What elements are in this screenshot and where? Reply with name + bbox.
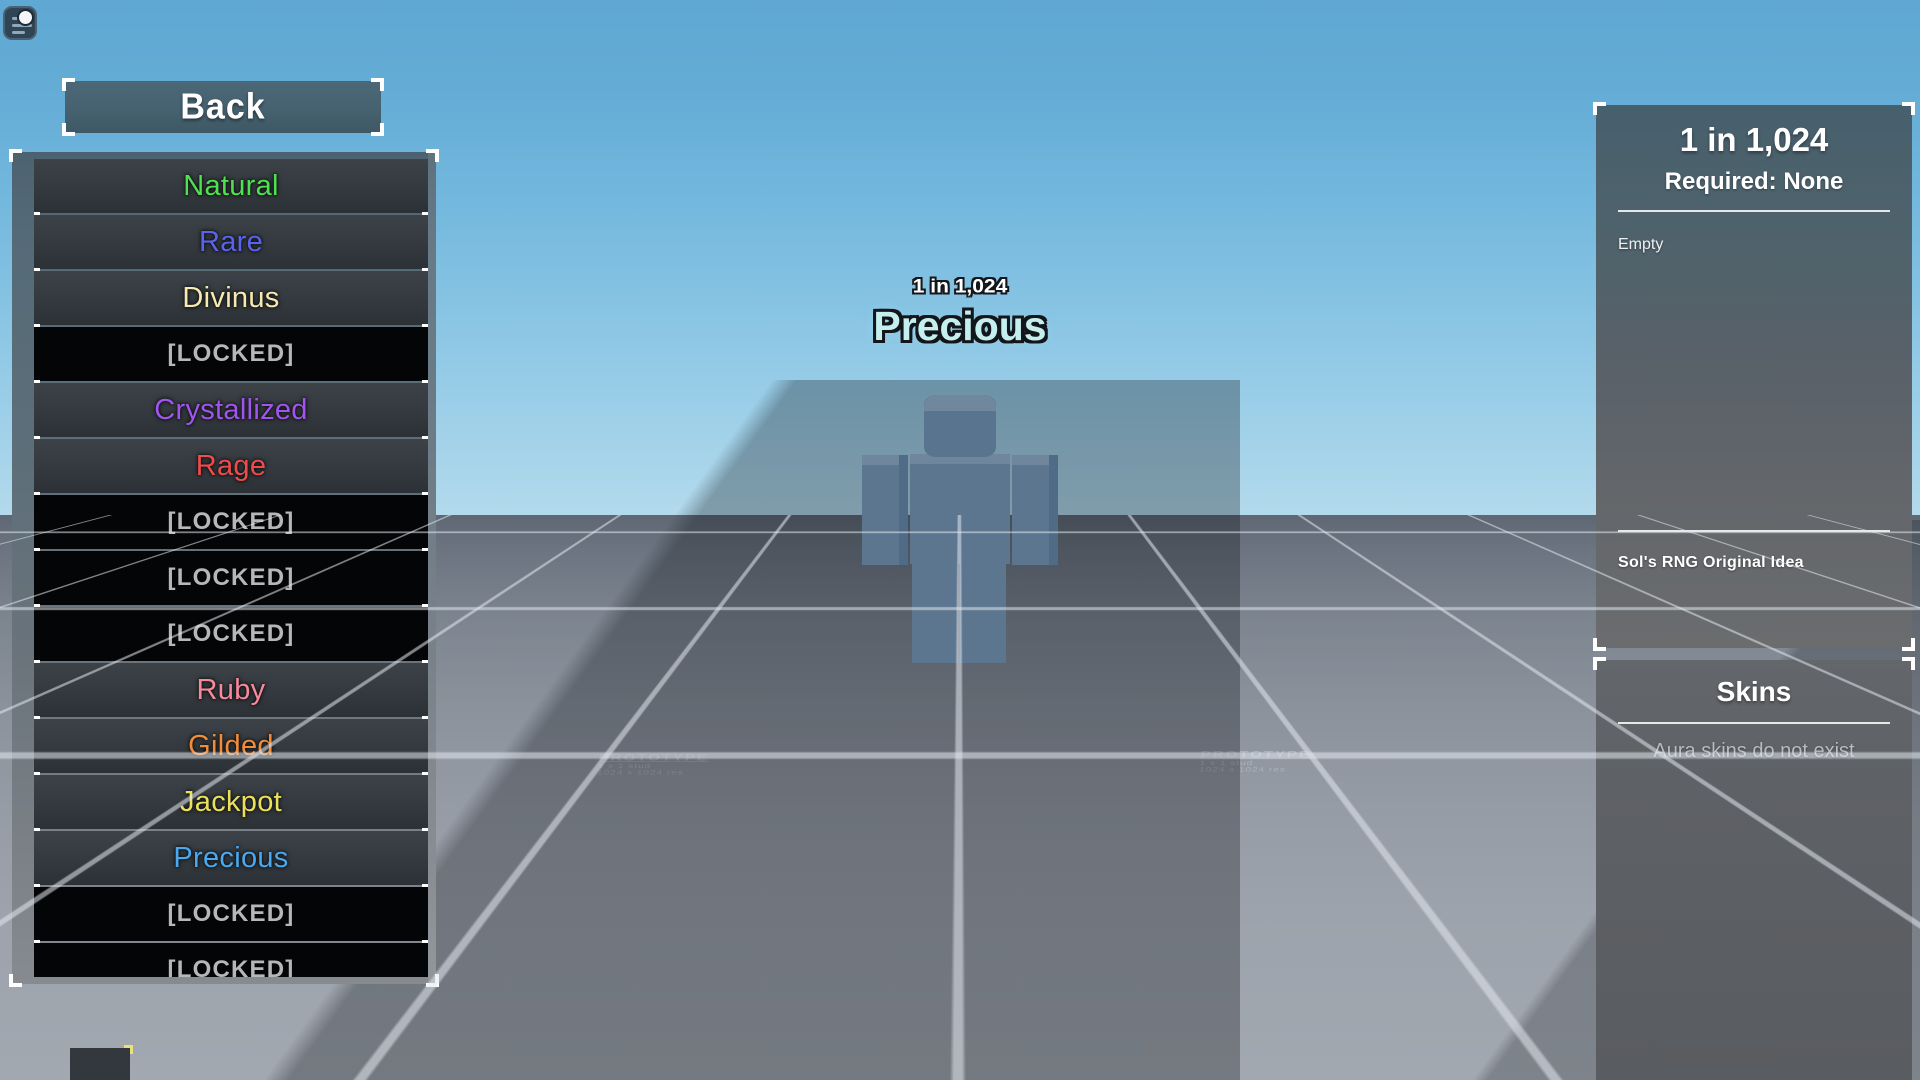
aura-list-item[interactable]: Rare <box>34 215 428 269</box>
aura-list-item[interactable]: Crystallized <box>34 383 428 437</box>
aura-list-item[interactable]: [LOCKED] <box>34 887 428 941</box>
aura-list-item-label: Precious <box>173 842 288 875</box>
roblox-menu-icon[interactable] <box>3 6 37 40</box>
corner-bracket-icon <box>34 212 40 221</box>
panel-divider <box>1618 722 1890 724</box>
corner-bracket-icon <box>34 940 40 949</box>
panel-divider <box>1618 530 1890 532</box>
corner-bracket-icon <box>34 772 40 781</box>
aura-list-item[interactable]: [LOCKED] <box>34 551 428 605</box>
menu-indicator-dot <box>17 9 34 26</box>
corner-bracket-icon <box>34 268 40 277</box>
list-scrollbar[interactable] <box>428 152 436 984</box>
aura-list-item-label: Gilded <box>188 730 274 763</box>
player-avatar <box>860 395 1060 645</box>
aura-list-item[interactable]: Ruby <box>34 663 428 717</box>
aura-list-item[interactable]: Natural <box>34 159 428 213</box>
aura-info-panel: 1 in 1,024 Required: None Empty Sol's RN… <box>1596 105 1912 648</box>
aura-list-item-label: Natural <box>183 170 279 203</box>
avatar-torso <box>910 454 1010 564</box>
aura-list-item[interactable]: Jackpot <box>34 775 428 829</box>
aura-list-item-label: Rare <box>199 226 263 259</box>
panel-divider <box>1618 210 1890 212</box>
aura-list-item-label: Rage <box>196 450 267 483</box>
aura-list-item-label: [LOCKED] <box>168 340 295 368</box>
aura-list-item-label: Crystallized <box>154 394 307 427</box>
aura-list-item-label: [LOCKED] <box>168 900 295 928</box>
aura-list-item-label: [LOCKED] <box>168 564 295 592</box>
aura-list-item-label: Divinus <box>182 282 279 315</box>
corner-bracket-icon <box>34 380 40 389</box>
corner-bracket-icon <box>34 159 40 165</box>
aura-list-item[interactable]: Gilded <box>34 719 428 773</box>
corner-bracket-icon <box>34 660 40 669</box>
corner-bracket-icon <box>34 604 40 613</box>
back-button-label: Back <box>180 87 265 128</box>
aura-list-item[interactable]: [LOCKED] <box>34 607 428 661</box>
aura-list-scroll[interactable]: Natural Rare Divinus [LOCKED] Crystallized Ra… <box>34 159 428 977</box>
aura-rarity-rate: 1 in 1,024 <box>1618 121 1890 159</box>
avatar-right-leg <box>960 563 1006 663</box>
avatar-right-arm <box>1012 455 1058 565</box>
corner-bracket-icon <box>34 548 40 557</box>
avatar-head <box>924 395 996 457</box>
avatar-left-arm <box>862 455 908 565</box>
corner-bracket-icon <box>34 324 40 333</box>
aura-credit: Sol's RNG Original Idea <box>1618 554 1890 572</box>
aura-list-item-label: [LOCKED] <box>168 956 295 977</box>
aura-list-item[interactable]: Precious <box>34 831 428 885</box>
aura-list-item-label: Ruby <box>197 674 266 707</box>
aura-list-panel: Natural Rare Divinus [LOCKED] Crystallized Ra… <box>12 152 436 984</box>
aura-list-item-label: [LOCKED] <box>168 508 295 536</box>
skins-empty-note: Aura skins do not exist <box>1618 740 1890 763</box>
offscreen-ui-element <box>70 1048 130 1080</box>
aura-description: Empty <box>1618 236 1890 254</box>
aura-list-item-label: Jackpot <box>180 786 282 819</box>
corner-bracket-icon <box>34 828 40 837</box>
skins-panel: Skins Aura skins do not exist <box>1596 660 1912 1080</box>
skins-title: Skins <box>1618 676 1890 708</box>
aura-list-item[interactable]: Rage <box>34 439 428 493</box>
aura-list-item[interactable]: Divinus <box>34 271 428 325</box>
corner-bracket-icon <box>34 436 40 445</box>
aura-required-label: Required: None <box>1618 168 1890 196</box>
aura-list-item[interactable]: [LOCKED] <box>34 943 428 977</box>
corner-bracket-icon <box>34 716 40 725</box>
aura-list-item-label: [LOCKED] <box>168 620 295 648</box>
corner-bracket-icon <box>34 884 40 893</box>
aura-list-item[interactable]: [LOCKED] <box>34 495 428 549</box>
corner-bracket-icon <box>34 492 40 501</box>
back-button[interactable]: Back <box>65 81 381 133</box>
avatar-left-leg <box>912 563 958 663</box>
aura-list-item[interactable]: [LOCKED] <box>34 327 428 381</box>
